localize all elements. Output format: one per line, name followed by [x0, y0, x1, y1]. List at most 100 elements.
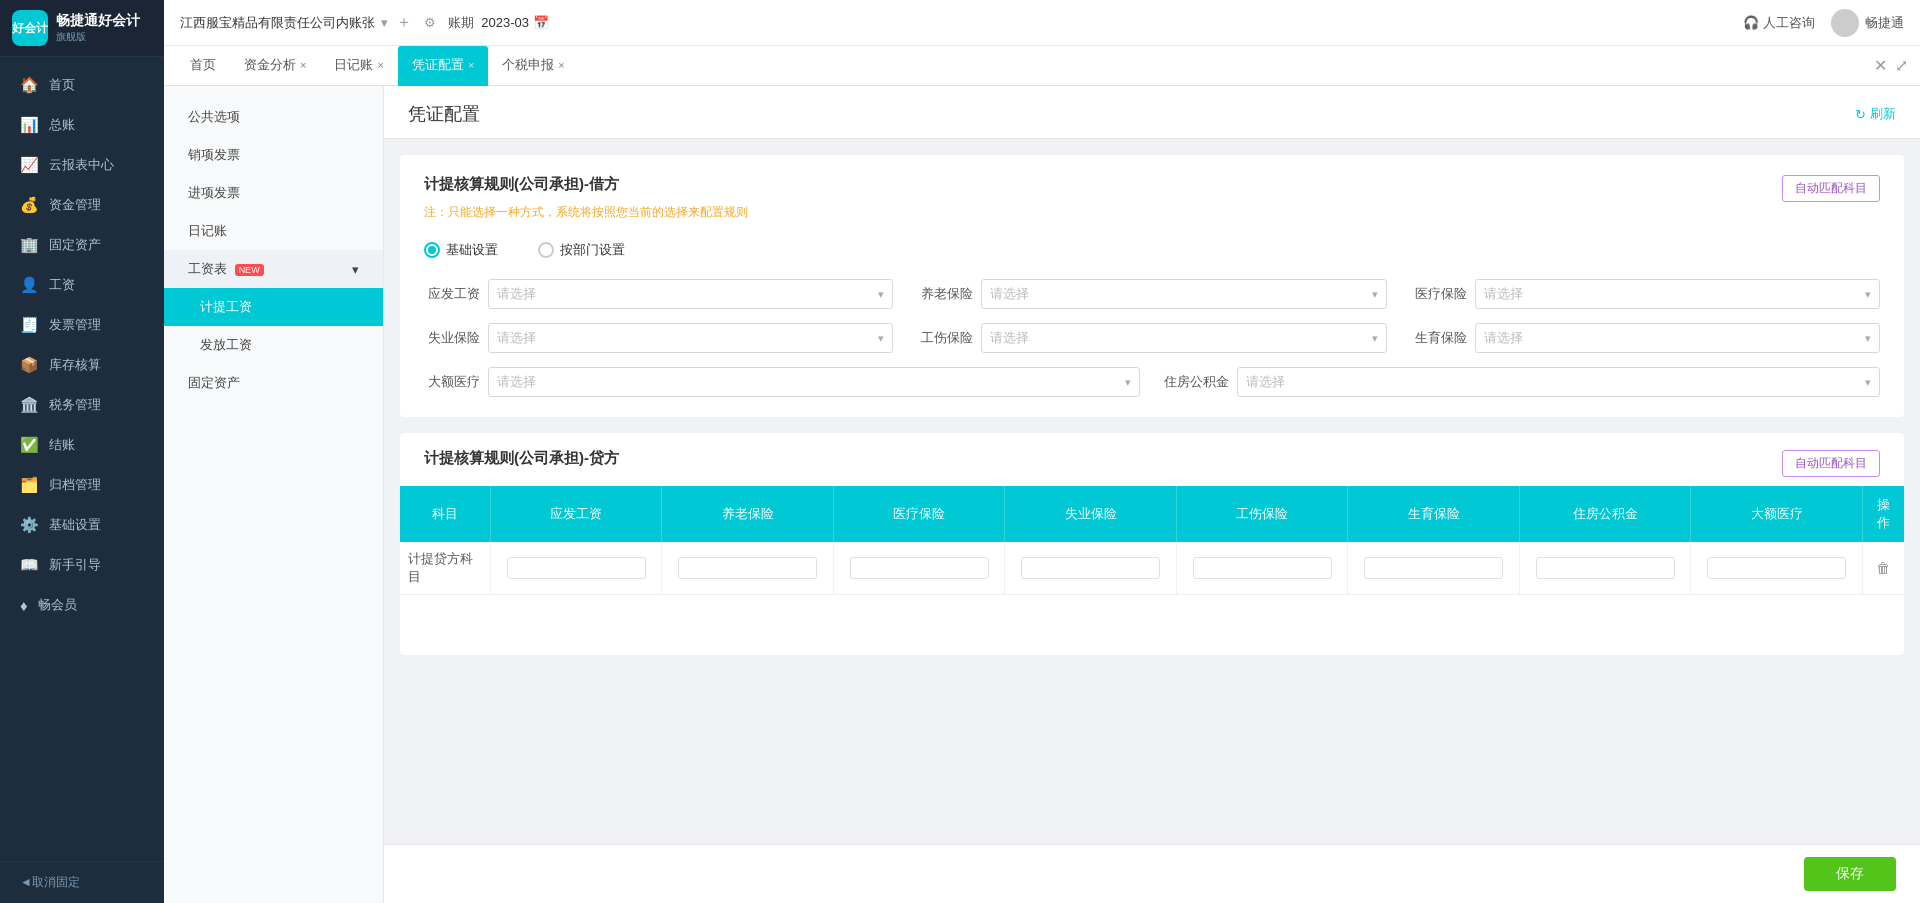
- auto-match-credit-button[interactable]: 自动匹配科目: [1782, 450, 1880, 477]
- tab-journal-close-icon[interactable]: ×: [377, 59, 383, 71]
- gongshang-select[interactable]: 请选择 ▾: [981, 323, 1386, 353]
- row-shiye-input[interactable]: [1021, 557, 1160, 579]
- user-name: 畅捷通: [1865, 14, 1904, 32]
- tab-close-all-button[interactable]: ✕: [1874, 56, 1887, 75]
- left-menu-item-fixed-assets[interactable]: 固定资产: [164, 364, 383, 402]
- sidebar-item-funds[interactable]: 💰 资金管理: [0, 185, 164, 225]
- yiliao-select[interactable]: 请选择 ▾: [1475, 279, 1880, 309]
- calendar-icon[interactable]: 📅: [533, 15, 549, 30]
- vip-icon: ♦: [20, 597, 28, 614]
- sidebar-item-guide[interactable]: 📖 新手引导: [0, 545, 164, 585]
- auto-match-debit-button[interactable]: 自动匹配科目: [1782, 175, 1880, 202]
- left-menu-item-provision[interactable]: 计提工资: [164, 288, 383, 326]
- sidebar-item-invoice[interactable]: 🧾 发票管理: [0, 305, 164, 345]
- sidebar-item-settings[interactable]: ⚙️ 基础设置: [0, 505, 164, 545]
- service-label: 人工咨询: [1763, 14, 1815, 32]
- radio-basic-settings[interactable]: 基础设置: [424, 241, 498, 259]
- sidebar-item-vip[interactable]: ♦ 畅会员: [0, 585, 164, 625]
- yingfa-select[interactable]: 请选择 ▾: [488, 279, 893, 309]
- daee-placeholder: 请选择: [497, 373, 536, 391]
- shiye-select[interactable]: 请选择 ▾: [488, 323, 893, 353]
- sidebar-item-home[interactable]: 🏠 首页: [0, 65, 164, 105]
- col-shengyu: 生育保险: [1348, 486, 1519, 542]
- tab-home[interactable]: 首页: [176, 46, 230, 86]
- zhufang-select[interactable]: 请选择 ▾: [1237, 367, 1880, 397]
- delete-row-button[interactable]: 🗑: [1876, 560, 1890, 576]
- user-menu[interactable]: 畅捷通: [1831, 9, 1904, 37]
- refresh-icon: ↻: [1855, 107, 1866, 122]
- left-menu-item-sales-invoice[interactable]: 销项发票: [164, 136, 383, 174]
- sidebar-item-inventory[interactable]: 📦 库存核算: [0, 345, 164, 385]
- tab-journal[interactable]: 日记账 ×: [320, 46, 397, 86]
- row-shengyu-input-cell: [1348, 542, 1519, 595]
- tab-voucher-close-icon[interactable]: ×: [468, 59, 474, 71]
- left-menu-item-public[interactable]: 公共选项: [164, 98, 383, 136]
- field-yingfa-gongzi: 应发工资 请选择 ▾: [424, 279, 893, 309]
- sidebar-item-reports[interactable]: 📈 云报表中心: [0, 145, 164, 185]
- inventory-icon: 📦: [20, 356, 39, 374]
- yiliao-label: 医疗保险: [1411, 285, 1467, 303]
- page-title: 凭证配置: [408, 102, 480, 126]
- tab-tax-close-icon[interactable]: ×: [558, 59, 564, 71]
- tab-expand-button[interactable]: ⤢: [1895, 56, 1908, 75]
- company-selector[interactable]: 江西服宝精品有限责任公司内账张 ▾: [180, 14, 388, 32]
- field-shiye-baoxian: 失业保险 请选择 ▾: [424, 323, 893, 353]
- page-content: 凭证配置 ↻ 刷新 计提核算规则(公司承担)-借方 注：只能选择一种方式，系统将…: [384, 86, 1920, 903]
- left-menu-item-journal[interactable]: 日记账: [164, 212, 383, 250]
- shengyu-label: 生育保险: [1411, 329, 1467, 347]
- credit-title: 计提核算规则(公司承担)-贷方: [424, 449, 619, 468]
- yingfa-placeholder: 请选择: [497, 285, 536, 303]
- left-menu-item-pay-salary[interactable]: 发放工资: [164, 326, 383, 364]
- tab-voucher-config[interactable]: 凭证配置 ×: [398, 46, 488, 86]
- left-menu-group-salary[interactable]: 工资表 NEW ▾: [164, 250, 383, 288]
- period-label: 账期 2023-03: [448, 14, 529, 32]
- add-company-button[interactable]: ＋: [396, 12, 412, 33]
- tab-funds-close-icon[interactable]: ×: [300, 59, 306, 71]
- settings-icon: ⚙️: [20, 516, 39, 534]
- yiliao-chevron-icon: ▾: [1865, 288, 1871, 301]
- unpin-label: ◄取消固定: [20, 874, 80, 891]
- sidebar-item-label: 畅会员: [38, 596, 77, 614]
- col-yiliao: 医疗保险: [833, 486, 1004, 542]
- service-button[interactable]: 🎧 人工咨询: [1743, 14, 1815, 32]
- sidebar-item-settle[interactable]: ✅ 结账: [0, 425, 164, 465]
- zhufang-label: 住房公积金: [1164, 373, 1229, 391]
- row-zhufang-input[interactable]: [1536, 557, 1675, 579]
- yingfa-chevron-icon: ▾: [878, 288, 884, 301]
- yanglao-select[interactable]: 请选择 ▾: [981, 279, 1386, 309]
- row-daee-input[interactable]: [1707, 557, 1846, 579]
- sidebar-item-salary[interactable]: 👤 工资: [0, 265, 164, 305]
- sidebar-item-label: 资金管理: [49, 196, 101, 214]
- company-name: 江西服宝精品有限责任公司内账张: [180, 14, 375, 32]
- sidebar-item-ledger[interactable]: 📊 总账: [0, 105, 164, 145]
- row-shengyu-input[interactable]: [1364, 557, 1503, 579]
- yingfa-label: 应发工资: [424, 285, 480, 303]
- left-menu: 公共选项 销项发票 进项发票 日记账 工资表 NEW ▾ 计提工资: [164, 86, 384, 903]
- unpin-button[interactable]: ◄取消固定: [0, 861, 164, 903]
- row-yiliao-input[interactable]: [850, 557, 989, 579]
- radio-dept-settings[interactable]: 按部门设置: [538, 241, 625, 259]
- tab-tax-return[interactable]: 个税申报 ×: [488, 46, 578, 86]
- field-yiliao-baoxian: 医疗保险 请选择 ▾: [1411, 279, 1880, 309]
- daee-chevron-icon: ▾: [1125, 376, 1131, 389]
- left-menu-item-purchase-invoice[interactable]: 进项发票: [164, 174, 383, 212]
- logo-text-block: 畅捷通好会计 旗舰版: [56, 12, 140, 44]
- sidebar-item-assets[interactable]: 🏢 固定资产: [0, 225, 164, 265]
- row-yingfa-input[interactable]: [507, 557, 646, 579]
- salary-group-label: 工资表 NEW: [188, 260, 264, 278]
- daee-select[interactable]: 请选择 ▾: [488, 367, 1140, 397]
- shengyu-select[interactable]: 请选择 ▾: [1475, 323, 1880, 353]
- tab-funds-analysis[interactable]: 资金分析 ×: [230, 46, 320, 86]
- headset-icon: 🎧: [1743, 15, 1759, 30]
- table-header-row: 科目 应发工资 养老保险 医疗保险 失业保险 工伤保险 生育保险 住房公积金 大…: [400, 486, 1904, 542]
- debit-form-row1: 应发工资 请选择 ▾ 养老保险 请选择 ▾ 医疗: [424, 279, 1880, 309]
- new-badge: NEW: [235, 264, 264, 276]
- sidebar-item-archive[interactable]: 🗂️ 归档管理: [0, 465, 164, 505]
- settings-gear-icon[interactable]: ⚙: [424, 15, 436, 30]
- save-button[interactable]: 保存: [1804, 857, 1896, 891]
- sidebar-item-tax[interactable]: 🏛️ 税务管理: [0, 385, 164, 425]
- refresh-button[interactable]: ↻ 刷新: [1855, 105, 1896, 123]
- row-yanglao-input[interactable]: [678, 557, 817, 579]
- row-gongshang-input[interactable]: [1193, 557, 1332, 579]
- row-action-cell: 🗑: [1862, 542, 1904, 595]
